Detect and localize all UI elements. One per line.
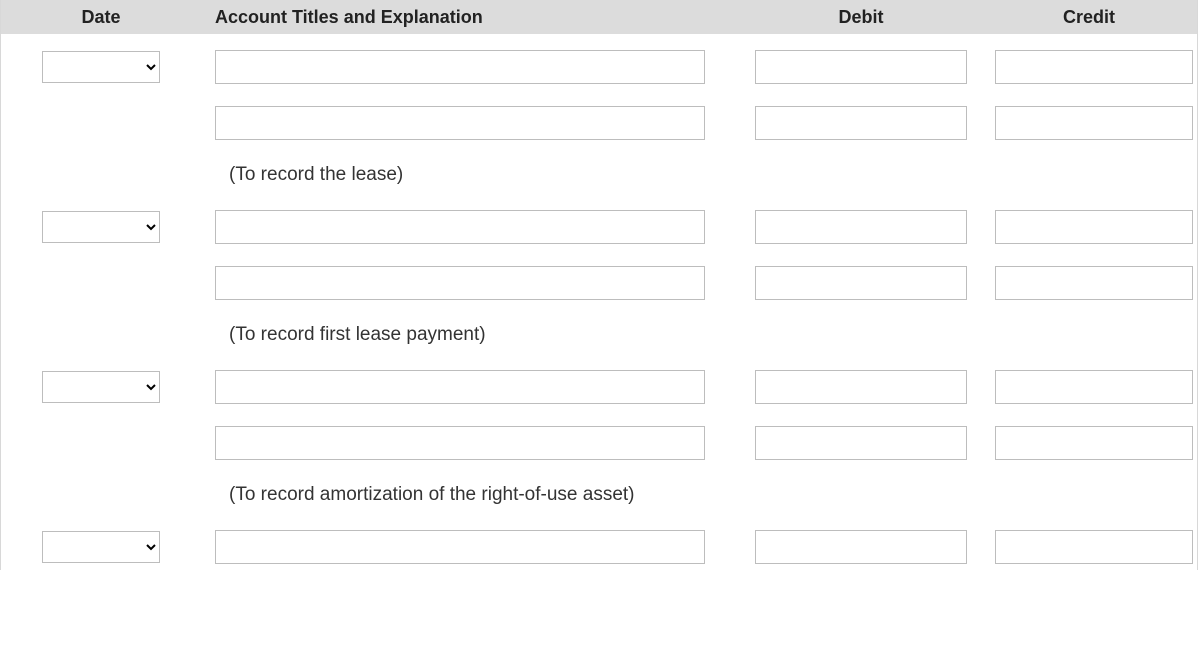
debit-input[interactable] [755,50,967,84]
account-title-input[interactable] [215,370,705,404]
explanation-text: (To record first lease payment) [215,324,486,345]
debit-input[interactable] [755,530,967,564]
account-title-input[interactable] [215,50,705,84]
entry-row [1,256,1197,310]
explanation-row: (To record amortization of the right-of-… [1,470,1197,526]
entry-row [1,526,1197,570]
entry-row [1,366,1197,416]
date-select[interactable] [42,51,160,83]
account-title-input[interactable] [215,426,705,460]
debit-input[interactable] [755,426,967,460]
journal-entry-table: Date Account Titles and Explanation Debi… [0,0,1198,570]
header-debit: Debit [741,7,981,28]
entry-row [1,416,1197,470]
entry-row [1,96,1197,150]
explanation-row: (To record first lease payment) [1,310,1197,366]
explanation-row: (To record the lease) [1,150,1197,206]
credit-input[interactable] [995,370,1193,404]
entry-row [1,206,1197,256]
account-title-input[interactable] [215,106,705,140]
explanation-text: (To record amortization of the right-of-… [215,484,635,505]
entry-row [1,34,1197,96]
date-select[interactable] [42,531,160,563]
credit-input[interactable] [995,426,1193,460]
debit-input[interactable] [755,210,967,244]
account-title-input[interactable] [215,530,705,564]
explanation-text: (To record the lease) [215,164,403,185]
debit-input[interactable] [755,106,967,140]
date-select[interactable] [42,371,160,403]
header-date: Date [1,7,201,28]
credit-input[interactable] [995,210,1193,244]
account-title-input[interactable] [215,210,705,244]
account-title-input[interactable] [215,266,705,300]
date-select[interactable] [42,211,160,243]
credit-input[interactable] [995,50,1193,84]
header-account: Account Titles and Explanation [201,7,741,28]
credit-input[interactable] [995,266,1193,300]
credit-input[interactable] [995,530,1193,564]
credit-input[interactable] [995,106,1193,140]
table-header-row: Date Account Titles and Explanation Debi… [1,0,1197,34]
header-credit: Credit [981,7,1197,28]
debit-input[interactable] [755,370,967,404]
debit-input[interactable] [755,266,967,300]
